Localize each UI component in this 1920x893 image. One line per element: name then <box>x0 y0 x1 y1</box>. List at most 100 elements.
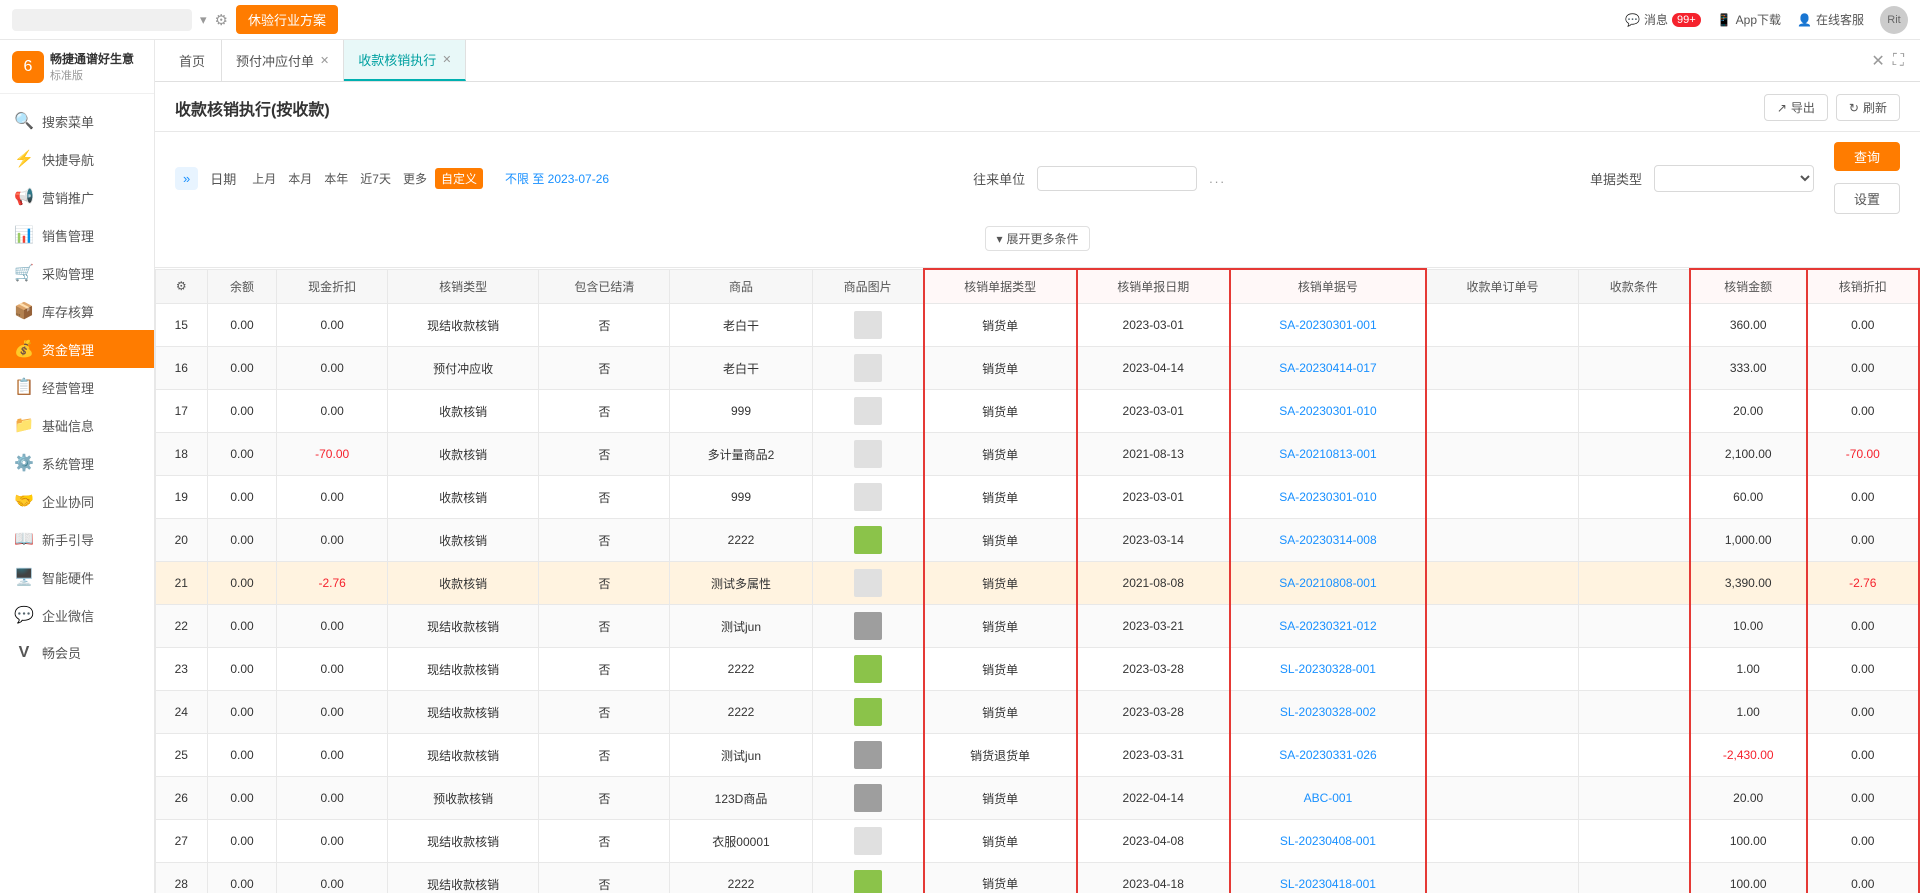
bill-type-select[interactable] <box>1654 165 1814 192</box>
cell-verify-amount: 1,000.00 <box>1690 519 1807 562</box>
bill-no-link[interactable]: SL-20230408-001 <box>1280 834 1376 848</box>
cell-verify-bill-type: 销货退货单 <box>924 734 1077 777</box>
tab-verify[interactable]: 收款核销执行 ✕ <box>344 40 466 81</box>
cell-no: 22 <box>156 605 208 648</box>
bill-no-link[interactable]: SA-20230331-026 <box>1279 748 1376 762</box>
sidebar-item-management[interactable]: 📋 经营管理 <box>0 368 154 406</box>
sidebar-item-sales[interactable]: 📊 销售管理 <box>0 216 154 254</box>
bill-no-link[interactable]: SL-20230328-002 <box>1280 705 1376 719</box>
filter-toggle-button[interactable]: » <box>175 167 198 190</box>
cell-goods-image <box>812 562 923 605</box>
cell-verify-bill-date: 2023-04-08 <box>1077 820 1230 863</box>
sidebar-item-inventory[interactable]: 📦 库存核算 <box>0 292 154 330</box>
sidebar-item-guide[interactable]: 📖 新手引导 <box>0 520 154 558</box>
sidebar-item-basic-info[interactable]: 📁 基础信息 <box>0 406 154 444</box>
cell-receipt-order-no <box>1426 863 1578 893</box>
col-settled: 包含已结清 <box>539 269 670 304</box>
tab-verify-close[interactable]: ✕ <box>442 53 451 66</box>
cell-verify-discount: 0.00 <box>1807 734 1919 777</box>
tab-expand-button[interactable]: ⛶ <box>1893 52 1904 70</box>
cell-no: 26 <box>156 777 208 820</box>
cell-verify-discount: 0.00 <box>1807 519 1919 562</box>
cell-goods: 老白干 <box>670 347 812 390</box>
logo-icon: 6 <box>12 51 44 83</box>
collab-icon: 🤝 <box>14 491 34 511</box>
search-input[interactable] <box>12 9 192 31</box>
online-service-button[interactable]: 👤 在线客服 <box>1797 11 1864 28</box>
cell-receipt-order-no <box>1426 691 1578 734</box>
col-gear[interactable]: ⚙ <box>156 269 208 304</box>
sidebar-item-wechat[interactable]: 💬 企业微信 <box>0 596 154 634</box>
expand-icon: ▾ <box>996 232 1002 246</box>
tab-prepay-close[interactable]: ✕ <box>320 54 329 67</box>
date-more[interactable]: 更多 <box>399 168 431 189</box>
cell-verify-type: 现结收款核销 <box>387 605 538 648</box>
query-button[interactable]: 查询 <box>1834 142 1900 171</box>
cell-balance: 0.00 <box>207 648 277 691</box>
date-prev-month[interactable]: 上月 <box>248 168 280 189</box>
sidebar-item-search[interactable]: 🔍 搜索菜单 <box>0 102 154 140</box>
cell-balance: 0.00 <box>207 390 277 433</box>
top-bar-right: 💬 消息 99+ 📱 App下载 👤 在线客服 Rit <box>1625 6 1908 34</box>
cell-receipt-condition <box>1578 476 1689 519</box>
sidebar-item-purchase[interactable]: 🛒 采购管理 <box>0 254 154 292</box>
bill-no-link[interactable]: SA-20210813-001 <box>1279 447 1376 461</box>
tab-home[interactable]: 首页 <box>163 40 222 81</box>
bill-no-link[interactable]: SL-20230418-001 <box>1280 877 1376 891</box>
cell-verify-bill-type: 销货单 <box>924 304 1077 347</box>
sidebar-label-marketing: 营销推广 <box>42 188 94 207</box>
settings-button[interactable]: 设置 <box>1834 183 1900 214</box>
tab-close-button[interactable]: ✕ <box>1871 51 1884 71</box>
bill-no-link[interactable]: SA-20230314-008 <box>1279 533 1376 547</box>
cell-settled: 否 <box>539 562 670 605</box>
cell-verify-bill-no: ABC-001 <box>1230 777 1426 820</box>
cell-verify-bill-type: 销货单 <box>924 476 1077 519</box>
sidebar-item-finance[interactable]: 💰 资金管理 <box>0 330 154 368</box>
user-avatar[interactable]: Rit <box>1880 6 1908 34</box>
bill-no-link[interactable]: SA-20230414-017 <box>1279 361 1376 375</box>
bill-no-link[interactable]: SA-20230301-010 <box>1279 404 1376 418</box>
cell-verify-amount: 100.00 <box>1690 820 1807 863</box>
cell-verify-bill-no: SA-20210808-001 <box>1230 562 1426 605</box>
sidebar-label-basic-info: 基础信息 <box>42 416 94 435</box>
sidebar-label-management: 经营管理 <box>42 378 94 397</box>
data-table: ⚙ 余额 现金折扣 核销类型 包含已结清 商品 商品图片 核销单据类型 核销单报… <box>155 268 1920 893</box>
tab-prepay[interactable]: 预付冲应付单 ✕ <box>222 40 344 81</box>
cell-verify-bill-type: 销货单 <box>924 605 1077 648</box>
cell-settled: 否 <box>539 476 670 519</box>
expand-conditions-button[interactable]: ▾ 展开更多条件 <box>985 226 1089 251</box>
date-cur-month[interactable]: 本月 <box>284 168 316 189</box>
bill-no-link[interactable]: SA-20230301-001 <box>1279 318 1376 332</box>
cell-verify-bill-type: 销货单 <box>924 390 1077 433</box>
sidebar-item-member[interactable]: V 畅会员 <box>0 634 154 671</box>
export-button[interactable]: ↗ 导出 <box>1764 94 1828 121</box>
date-custom-button[interactable]: 自定义 <box>435 168 483 189</box>
bill-no-link[interactable]: ABC-001 <box>1304 791 1353 805</box>
sidebar-item-collab[interactable]: 🤝 企业协同 <box>0 482 154 520</box>
partner-label: 往来单位 <box>973 169 1025 188</box>
cell-no: 17 <box>156 390 208 433</box>
cell-verify-type: 现结收款核销 <box>387 648 538 691</box>
date-cur-year[interactable]: 本年 <box>320 168 352 189</box>
bill-no-link[interactable]: SA-20210808-001 <box>1279 576 1376 590</box>
industry-button[interactable]: 休验行业方案 <box>236 5 338 34</box>
sidebar-item-system[interactable]: ⚙️ 系统管理 <box>0 444 154 482</box>
app-download-button[interactable]: 📱 App下载 <box>1717 11 1781 28</box>
cell-verify-discount: 0.00 <box>1807 605 1919 648</box>
bill-no-link[interactable]: SA-20230321-012 <box>1279 619 1376 633</box>
bill-no-link[interactable]: SA-20230301-010 <box>1279 490 1376 504</box>
message-button[interactable]: 💬 消息 99+ <box>1625 11 1701 28</box>
partner-input[interactable] <box>1037 166 1197 191</box>
sidebar-item-shortcut[interactable]: ⚡ 快捷导航 <box>0 140 154 178</box>
sidebar-item-marketing[interactable]: 📢 营销推广 <box>0 178 154 216</box>
purchase-icon: 🛒 <box>14 263 34 283</box>
refresh-button[interactable]: ↻ 刷新 <box>1836 94 1900 121</box>
sidebar-item-hardware[interactable]: 🖥️ 智能硬件 <box>0 558 154 596</box>
hardware-icon: 🖥️ <box>14 567 34 587</box>
date-7days[interactable]: 近7天 <box>356 168 395 189</box>
cell-verify-type: 现结收款核销 <box>387 863 538 893</box>
bill-no-link[interactable]: SL-20230328-001 <box>1280 662 1376 676</box>
page-content: 收款核销执行(按收款) ↗ 导出 ↻ 刷新 » 日期 <box>155 82 1920 893</box>
cell-settled: 否 <box>539 734 670 777</box>
gear-icon[interactable]: ⚙ <box>215 11 228 29</box>
